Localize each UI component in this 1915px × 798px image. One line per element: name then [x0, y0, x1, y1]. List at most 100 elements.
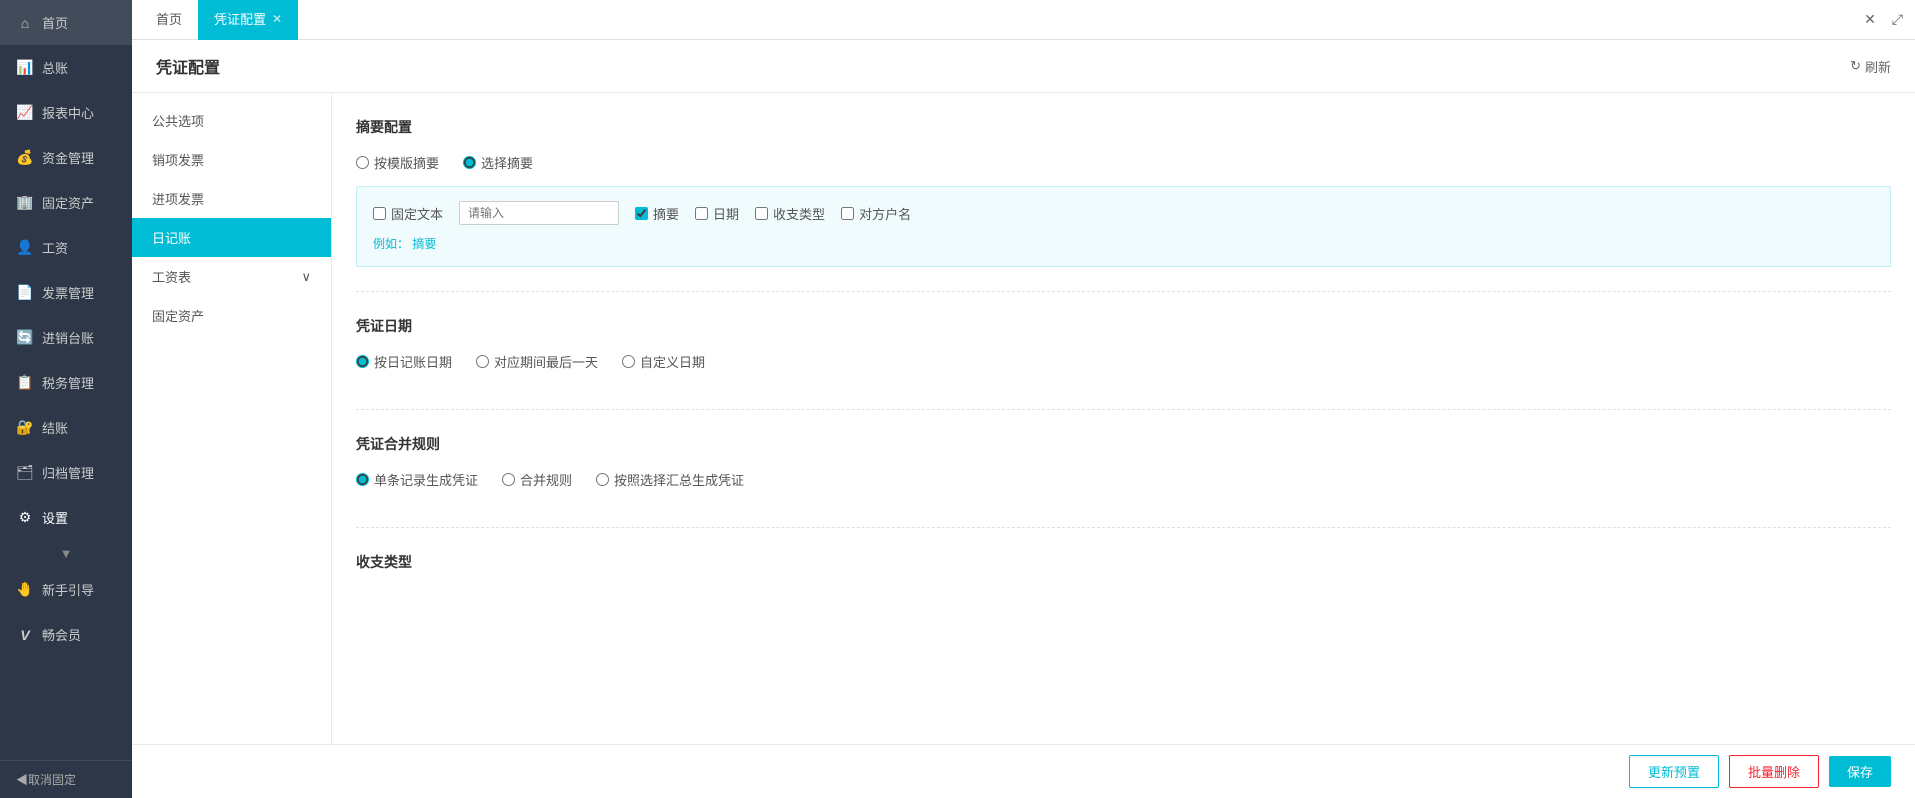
- sidebar-item-vip[interactable]: V 畅会员: [0, 612, 132, 657]
- select-summary-gen-option[interactable]: 按照选择汇总生成凭证: [596, 470, 744, 489]
- sidebar-item-guide[interactable]: 🤚 新手引导: [0, 567, 132, 612]
- left-nav-item-sales-invoice[interactable]: 销项发票: [132, 140, 331, 179]
- right-content: 摘要配置 按模版摘要 选择摘要: [332, 93, 1915, 744]
- restore-window-icon[interactable]: ⤢: [1888, 7, 1907, 32]
- update-preview-button[interactable]: 更新预置: [1629, 755, 1719, 788]
- template-summary-option[interactable]: 按模版摘要: [356, 153, 439, 172]
- sidebar-item-label: 发票管理: [42, 283, 94, 302]
- merge-rules-label: 合并规则: [520, 470, 572, 489]
- sidebar-item-label: 进销台账: [42, 328, 94, 347]
- income-expense-title: 收支类型: [356, 552, 1891, 572]
- date-label: 日期: [713, 204, 739, 223]
- left-nav-item-payroll-table[interactable]: 工资表 ∨: [132, 257, 331, 296]
- counterparty-label: 对方户名: [859, 204, 911, 223]
- refresh-label: 刷新: [1865, 57, 1891, 76]
- by-journal-date-option[interactable]: 按日记账日期: [356, 352, 452, 371]
- select-summary-radio[interactable]: [463, 156, 476, 169]
- tab-home[interactable]: 首页: [140, 0, 198, 40]
- summary-config-box: 固定文本 摘要 日期: [356, 186, 1891, 267]
- body-layout: 公共选项 销项发票 进项发票 日记账 工资表 ∨ 固定资产: [132, 93, 1915, 744]
- refresh-icon: ↻: [1850, 58, 1861, 74]
- save-button[interactable]: 保存: [1829, 756, 1891, 787]
- abstract-checkbox-option[interactable]: 摘要: [635, 204, 679, 223]
- income-type-label: 收支类型: [773, 204, 825, 223]
- home-icon: ⌂: [16, 15, 34, 31]
- sidebar-item-label: 固定资产: [42, 193, 94, 212]
- merge-rules-option[interactable]: 合并规则: [502, 470, 572, 489]
- sidebar-item-label: 报表中心: [42, 103, 94, 122]
- guide-icon: 🤚: [16, 581, 34, 598]
- batch-delete-button[interactable]: 批量删除: [1729, 755, 1819, 788]
- abstract-checkbox[interactable]: [635, 207, 648, 220]
- sidebar-item-label: 畅会员: [42, 625, 81, 644]
- assets-icon: 🏢: [16, 194, 34, 211]
- page-title: 凭证配置: [156, 54, 220, 78]
- counterparty-checkbox-option[interactable]: 对方户名: [841, 204, 911, 223]
- merge-rules-radio[interactable]: [502, 473, 515, 486]
- archive-icon: 🗂: [16, 464, 34, 481]
- single-record-radio[interactable]: [356, 473, 369, 486]
- summary-radio-group: 按模版摘要 选择摘要: [356, 153, 1891, 172]
- sidebar-item-archive[interactable]: 🗂 归档管理: [0, 450, 132, 495]
- select-summary-option[interactable]: 选择摘要: [463, 153, 533, 172]
- income-type-checkbox-option[interactable]: 收支类型: [755, 204, 825, 223]
- sidebar-item-reports[interactable]: 📈 报表中心: [0, 90, 132, 135]
- custom-date-option[interactable]: 自定义日期: [622, 352, 705, 371]
- last-day-of-period-label: 对应期间最后一天: [494, 352, 598, 371]
- close-window-icon[interactable]: ✕: [1860, 7, 1880, 32]
- tab-close-icon[interactable]: ✕: [272, 12, 282, 26]
- single-record-option[interactable]: 单条记录生成凭证: [356, 470, 478, 489]
- sidebar-item-invoice[interactable]: 📄 发票管理: [0, 270, 132, 315]
- last-day-of-period-option[interactable]: 对应期间最后一天: [476, 352, 598, 371]
- fixed-text-checkbox[interactable]: [373, 207, 386, 220]
- page-header: 凭证配置 ↻ 刷新: [132, 40, 1915, 93]
- sidebar-item-payroll[interactable]: 👤 工资: [0, 225, 132, 270]
- sidebar-item-label: 首页: [42, 13, 68, 32]
- sidebar-item-label: 资金管理: [42, 148, 94, 167]
- date-checkbox-option[interactable]: 日期: [695, 204, 739, 223]
- left-nav-item-public-options[interactable]: 公共选项: [132, 101, 331, 140]
- sidebar-bottom[interactable]: ◀取消固定: [0, 760, 132, 798]
- sidebar-item-label: 总账: [42, 58, 68, 77]
- left-nav-item-fixed-assets[interactable]: 固定资产: [132, 296, 331, 335]
- last-day-of-period-radio[interactable]: [476, 355, 489, 368]
- fixed-text-checkbox-option[interactable]: 固定文本: [373, 204, 443, 223]
- left-nav-item-journal[interactable]: 日记账: [132, 218, 331, 257]
- reports-icon: 📈: [16, 104, 34, 121]
- payroll-icon: 👤: [16, 239, 34, 256]
- sidebar-item-settlement[interactable]: 🔐 结账: [0, 405, 132, 450]
- sidebar-item-ledger[interactable]: 📊 总账: [0, 45, 132, 90]
- left-nav: 公共选项 销项发票 进项发票 日记账 工资表 ∨ 固定资产: [132, 93, 332, 744]
- sidebar-item-assets[interactable]: 🏢 固定资产: [0, 180, 132, 225]
- sidebar-item-funds[interactable]: 💰 资金管理: [0, 135, 132, 180]
- main-area: 首页 凭证配置 ✕ ✕ ⤢ 凭证配置 ↻ 刷新 公共选项: [132, 0, 1915, 798]
- select-summary-gen-label: 按照选择汇总生成凭证: [614, 470, 744, 489]
- custom-date-radio[interactable]: [622, 355, 635, 368]
- fixed-text-input[interactable]: [459, 201, 619, 225]
- select-summary-gen-radio[interactable]: [596, 473, 609, 486]
- tax-icon: 📋: [16, 374, 34, 391]
- sidebar-item-purchase-sales[interactable]: 🔄 进销台账: [0, 315, 132, 360]
- refresh-btn[interactable]: ↻ 刷新: [1850, 57, 1891, 76]
- select-summary-label: 选择摘要: [481, 153, 533, 172]
- sidebar-item-home[interactable]: ⌂ 首页: [0, 0, 132, 45]
- sidebar-item-tax[interactable]: 📋 税务管理: [0, 360, 132, 405]
- voucher-date-section: 凭证日期 按日记账日期 对应期间最后一天 自定义日期: [356, 316, 1891, 410]
- sidebar-item-settings[interactable]: ⚙ 设置: [0, 495, 132, 540]
- date-checkbox[interactable]: [695, 207, 708, 220]
- counterparty-checkbox[interactable]: [841, 207, 854, 220]
- left-nav-item-purchase-invoice[interactable]: 进项发票: [132, 179, 331, 218]
- income-expense-section: 收支类型: [356, 552, 1891, 612]
- tab-bar: 首页 凭证配置 ✕ ✕ ⤢: [132, 0, 1915, 40]
- sidebar-scroll-down[interactable]: ▼: [0, 540, 132, 567]
- chevron-down-icon: ∨: [301, 269, 311, 285]
- tab-voucher-config[interactable]: 凭证配置 ✕: [198, 0, 298, 40]
- income-type-checkbox[interactable]: [755, 207, 768, 220]
- sidebar-item-label: 新手引导: [42, 580, 94, 599]
- by-journal-date-radio[interactable]: [356, 355, 369, 368]
- ledger-icon: 📊: [16, 59, 34, 76]
- summary-config-section: 摘要配置 按模版摘要 选择摘要: [356, 117, 1891, 292]
- funds-icon: 💰: [16, 149, 34, 166]
- sidebar-bottom-label: ◀取消固定: [16, 771, 76, 788]
- template-summary-radio[interactable]: [356, 156, 369, 169]
